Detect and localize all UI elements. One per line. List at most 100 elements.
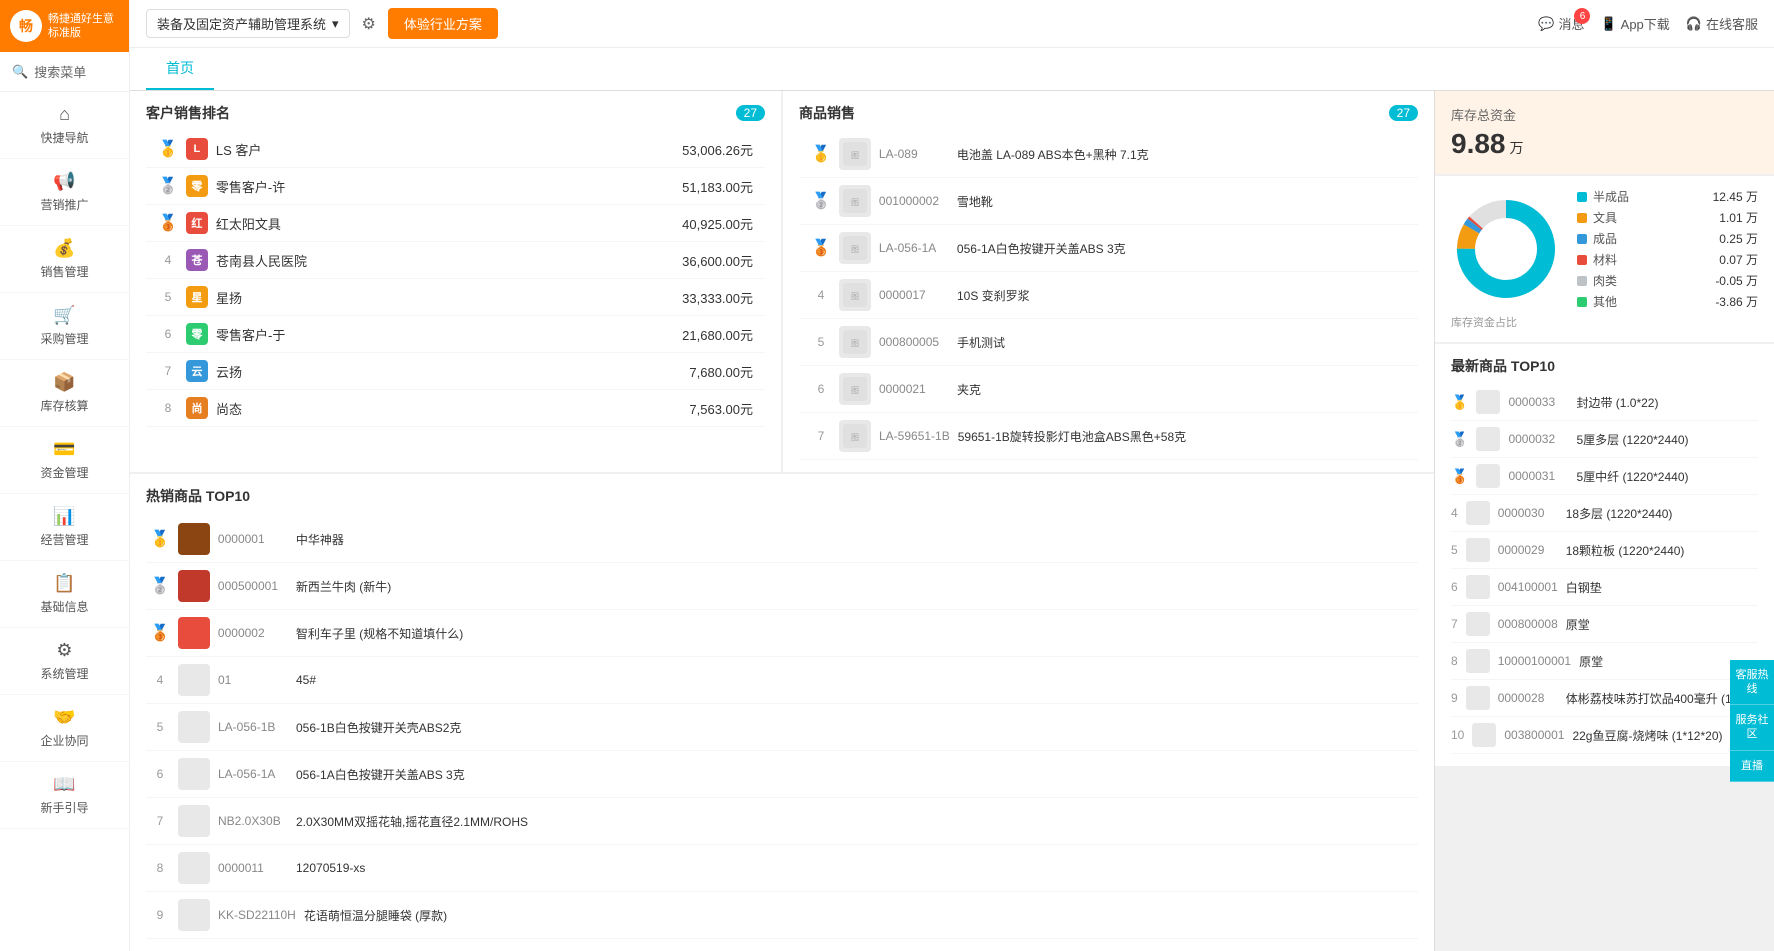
- product-code: LA-056-1B: [218, 720, 288, 734]
- search-icon: 🔍: [12, 64, 28, 80]
- product-code: LA-59651-1B: [879, 429, 950, 443]
- product-code: 000500001: [218, 579, 288, 593]
- customer-name: 零售客户-于: [216, 325, 674, 344]
- new-product-row[interactable]: 🥇 0000033 封边带 (1.0*22): [1451, 384, 1758, 421]
- product-ranking-row[interactable]: 🥉 图 LA-056-1A 056-1A白色按键开关盖ABS 3克: [799, 225, 1418, 272]
- product-name: 夹克: [957, 381, 1406, 398]
- rank-medal: 🥈: [150, 576, 170, 596]
- gear-icon[interactable]: ⚙: [362, 14, 376, 34]
- hot-product-row[interactable]: 🥇 0000001 中华神器: [146, 516, 1418, 563]
- product-ranking-row[interactable]: 🥈 图 001000002 雪地靴: [799, 178, 1418, 225]
- rank-num: 4: [1451, 506, 1458, 520]
- customer-ranking-row[interactable]: 5 星 星扬 33,333.00元: [146, 279, 765, 316]
- product-img-placeholder: [178, 664, 210, 696]
- customer-amount: 36,600.00元: [682, 251, 753, 270]
- rank-medal: 🥉: [150, 623, 170, 643]
- customer-amount: 51,183.00元: [682, 177, 753, 196]
- service-community-button[interactable]: 服务社区: [1730, 705, 1774, 751]
- product-ranking-title: 商品销售: [799, 103, 855, 123]
- service-item[interactable]: 🎧 在线客服: [1686, 14, 1758, 33]
- sidebar-item-基础信息[interactable]: 📋基础信息: [0, 561, 129, 628]
- hot-product-row[interactable]: 5 LA-056-1B 056-1B白色按键开关壳ABS2克: [146, 704, 1418, 751]
- customer-ranking-row[interactable]: 🥇 L LS 客户 53,006.26元: [146, 131, 765, 168]
- trial-button[interactable]: 体验行业方案: [388, 8, 498, 39]
- product-code: 0000021: [879, 382, 949, 396]
- product-code: KK-SD22110H: [218, 908, 296, 922]
- product-ranking-row[interactable]: 7 图 LA-59651-1B 59651-1B旋转投影灯电池盒ABS黑色+58…: [799, 413, 1418, 460]
- message-badge: 6: [1574, 8, 1590, 24]
- new-products-list: 🥇 0000033 封边带 (1.0*22) 🥈 0000032 5厘多层 (1…: [1451, 384, 1758, 754]
- rank-medal: 🥈: [811, 191, 831, 211]
- live-button[interactable]: 直播: [1730, 751, 1774, 782]
- product-code: 0000017: [879, 288, 949, 302]
- tab-home[interactable]: 首页: [146, 48, 214, 90]
- new-product-row[interactable]: 🥉 0000031 5厘中纤 (1220*2440): [1451, 458, 1758, 495]
- customer-badge: 尚: [186, 397, 208, 419]
- customer-ranking-list: 🥇 L LS 客户 53,006.26元 🥈 零 零售客户-许 51,183.0…: [146, 131, 765, 427]
- rank-num: 6: [158, 327, 178, 341]
- customer-name: 苍南县人民医院: [216, 251, 674, 270]
- sidebar-item-资金管理[interactable]: 💳资金管理: [0, 427, 129, 494]
- sidebar-item-经营管理[interactable]: 📊经营管理: [0, 494, 129, 561]
- svg-text:图: 图: [851, 151, 859, 160]
- customer-ranking-row[interactable]: 6 零 零售客户-于 21,680.00元: [146, 316, 765, 353]
- page-nav: 首页: [130, 48, 1774, 91]
- new-product-row[interactable]: 9 0000028 体彬荔枝味苏打饮品400毫升 (1*15): [1451, 680, 1758, 717]
- svg-text:图: 图: [851, 339, 859, 348]
- product-code: LA-056-1A: [879, 241, 949, 255]
- new-products-title: 最新商品 TOP10: [1451, 356, 1758, 376]
- customer-ranking-row[interactable]: 7 云 云扬 7,680.00元: [146, 353, 765, 390]
- customer-badge: 星: [186, 286, 208, 308]
- sidebar-item-企业协同[interactable]: 🤝企业协同: [0, 695, 129, 762]
- hot-product-row[interactable]: 8 0000011 12070519-xs: [146, 845, 1418, 892]
- hot-product-row[interactable]: 🥉 0000002 智利车子里 (规格不知道填什么): [146, 610, 1418, 657]
- product-ranking-card: 商品销售 27 🥇 图 LA-089 电池盖 LA-089 ABS本色+黑种 7…: [783, 91, 1434, 472]
- product-ranking-row[interactable]: 6 图 0000021 夹克: [799, 366, 1418, 413]
- customer-ranking-row[interactable]: 🥈 零 零售客户-许 51,183.00元: [146, 168, 765, 205]
- new-product-row[interactable]: 8 10000100001 原堂: [1451, 643, 1758, 680]
- rank-num: 5: [811, 335, 831, 349]
- app-download-item[interactable]: 📱 App下载: [1600, 14, 1669, 33]
- sidebar-item-系统管理[interactable]: ⚙系统管理: [0, 628, 129, 695]
- new-product-row[interactable]: 6 004100001 白钢垫: [1451, 569, 1758, 606]
- legend-dot: [1577, 234, 1587, 244]
- hot-product-row[interactable]: 9 KK-SD22110H 花语萌恒温分腿睡袋 (厚款): [146, 892, 1418, 939]
- hot-product-row[interactable]: 🥈 000500001 新西兰牛肉 (新牛): [146, 563, 1418, 610]
- customer-ranking-row[interactable]: 🥉 红 红太阳文具 40,925.00元: [146, 205, 765, 242]
- sidebar-item-新手引导[interactable]: 📖新手引导: [0, 762, 129, 829]
- legend-dot: [1577, 192, 1587, 202]
- chart-legend: 半成品 12.45 万 文具 1.01 万 成品 0.25 万: [1577, 188, 1758, 310]
- system-selector[interactable]: 装备及固定资产辅助管理系统 ▾: [146, 9, 350, 38]
- new-product-row[interactable]: 5 0000029 18颗粒板 (1220*2440): [1451, 532, 1758, 569]
- product-ranking-row[interactable]: 4 图 0000017 10S 变刹罗浆: [799, 272, 1418, 319]
- new-product-img: [1476, 464, 1500, 488]
- hot-product-row[interactable]: 4 01 45#: [146, 657, 1418, 704]
- legend-item-meat: 肉类 -0.05 万: [1577, 272, 1758, 289]
- float-service: 客服热线 服务社区 直播: [1730, 660, 1774, 782]
- customer-amount: 40,925.00元: [682, 214, 753, 233]
- sidebar-item-库存核算[interactable]: 📦库存核算: [0, 360, 129, 427]
- rank-num: 6: [150, 767, 170, 781]
- new-product-row[interactable]: 7 000800008 原堂: [1451, 606, 1758, 643]
- hot-product-row[interactable]: 6 LA-056-1A 056-1A白色按键开关盖ABS 3克: [146, 751, 1418, 798]
- product-ranking-row[interactable]: 5 图 000800005 手机测试: [799, 319, 1418, 366]
- sidebar-item-营销推广[interactable]: 📢营销推广: [0, 159, 129, 226]
- legend-item-stationery: 文具 1.01 万: [1577, 209, 1758, 226]
- sidebar-item-采购管理[interactable]: 🛒采购管理: [0, 293, 129, 360]
- sidebar-item-销售管理[interactable]: 💰销售管理: [0, 226, 129, 293]
- new-product-row[interactable]: 🥈 0000032 5厘多层 (1220*2440): [1451, 421, 1758, 458]
- customer-ranking-row[interactable]: 4 苍 苍南县人民医院 36,600.00元: [146, 242, 765, 279]
- customer-badge: 苍: [186, 249, 208, 271]
- new-product-row[interactable]: 4 0000030 18多层 (1220*2440): [1451, 495, 1758, 532]
- message-item[interactable]: 💬 消息 6: [1538, 14, 1584, 33]
- search-menu[interactable]: 🔍 搜索菜单: [0, 52, 129, 92]
- service-hotline-button[interactable]: 客服热线: [1730, 660, 1774, 706]
- rank-num: 7: [1451, 617, 1458, 631]
- product-ranking-row[interactable]: 🥇 图 LA-089 电池盖 LA-089 ABS本色+黑种 7.1克: [799, 131, 1418, 178]
- legend-dot: [1577, 213, 1587, 223]
- new-product-row[interactable]: 10 003800001 22g鱼豆腐-烧烤味 (1*12*20): [1451, 717, 1758, 754]
- sidebar-item-快捷导航[interactable]: ⌂快捷导航: [0, 92, 129, 159]
- product-name: 59651-1B旋转投影灯电池盒ABS黑色+58克: [958, 428, 1406, 445]
- customer-ranking-row[interactable]: 8 尚 尚态 7,563.00元: [146, 390, 765, 427]
- hot-product-row[interactable]: 7 NB2.0X30B 2.0X30MM双摇花轴,摇花直径2.1MM/ROHS: [146, 798, 1418, 845]
